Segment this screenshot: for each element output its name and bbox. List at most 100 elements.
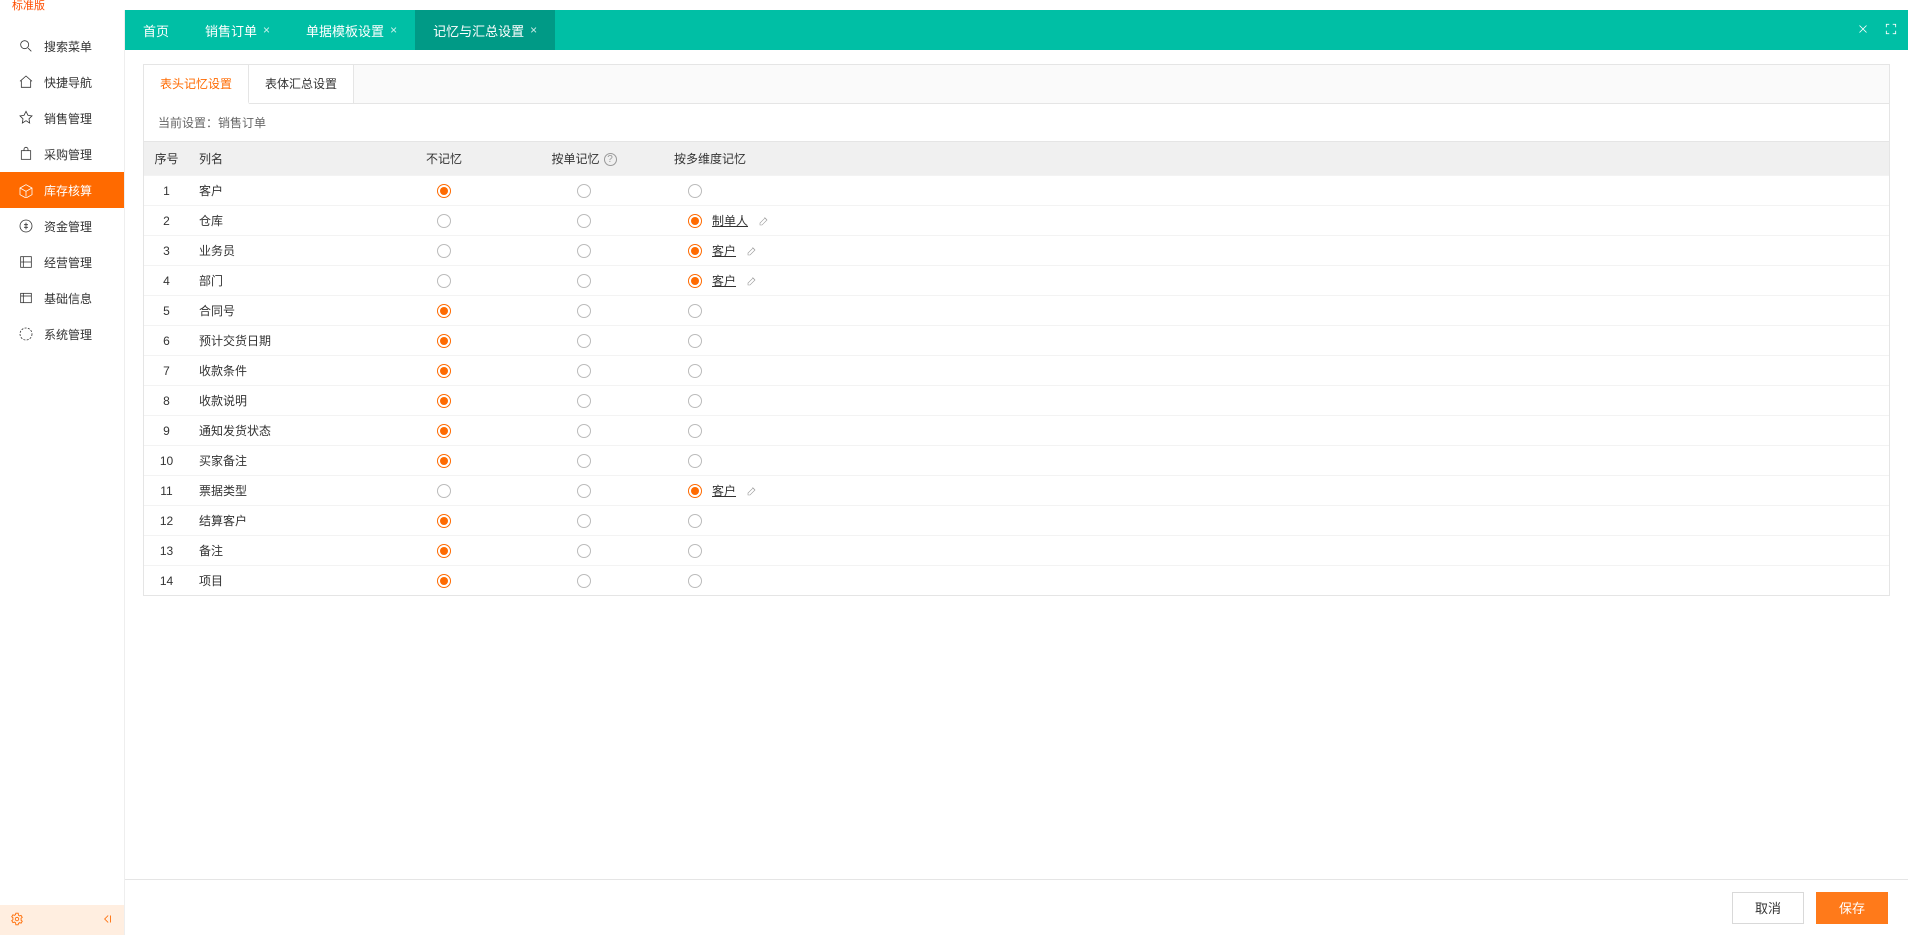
inventory-icon: [18, 182, 34, 198]
col-no-memory: 不记忆: [384, 142, 504, 176]
radio-multi[interactable]: [688, 574, 702, 588]
radio-multi[interactable]: [688, 484, 702, 498]
radio-multi[interactable]: [688, 544, 702, 558]
multi-link[interactable]: 制单人: [712, 212, 748, 229]
radio-by-bill[interactable]: [577, 304, 591, 318]
radio-by-bill[interactable]: [577, 544, 591, 558]
panel-tab-1[interactable]: 表体汇总设置: [249, 65, 354, 103]
table-row: 1客户: [144, 176, 1889, 206]
radio-by-bill[interactable]: [577, 574, 591, 588]
tab-label: 单据模板设置: [306, 21, 384, 40]
radio-multi[interactable]: [688, 454, 702, 468]
save-button[interactable]: 保存: [1816, 892, 1888, 924]
purchase-icon: [18, 146, 34, 162]
fullscreen-icon[interactable]: [1884, 22, 1898, 39]
cell-name: 买家备注: [189, 446, 384, 476]
sidebar-item-label: 搜索菜单: [44, 38, 92, 55]
tab-label: 销售订单: [205, 21, 257, 40]
close-icon[interactable]: ×: [263, 23, 270, 37]
gear-icon[interactable]: [10, 912, 24, 929]
collapse-icon[interactable]: [100, 912, 114, 929]
radio-no-memory[interactable]: [437, 364, 451, 378]
cell-seq: 14: [144, 566, 189, 596]
radio-by-bill[interactable]: [577, 244, 591, 258]
tab-label: 首页: [143, 21, 169, 40]
tab-3[interactable]: 记忆与汇总设置 ×: [415, 10, 555, 50]
radio-no-memory[interactable]: [437, 454, 451, 468]
sidebar-item-purchase[interactable]: 采购管理: [0, 136, 124, 172]
radio-by-bill[interactable]: [577, 274, 591, 288]
radio-multi[interactable]: [688, 244, 702, 258]
close-all-icon[interactable]: [1856, 22, 1870, 39]
edit-icon[interactable]: [746, 485, 758, 497]
radio-no-memory[interactable]: [437, 544, 451, 558]
radio-multi[interactable]: [688, 424, 702, 438]
radio-multi[interactable]: [688, 334, 702, 348]
radio-no-memory[interactable]: [437, 514, 451, 528]
radio-multi[interactable]: [688, 184, 702, 198]
radio-no-memory[interactable]: [437, 574, 451, 588]
radio-multi[interactable]: [688, 274, 702, 288]
radio-no-memory[interactable]: [437, 424, 451, 438]
current-setting: 当前设置：销售订单: [144, 104, 1889, 141]
sidebar-item-label: 系统管理: [44, 326, 92, 343]
radio-by-bill[interactable]: [577, 334, 591, 348]
multi-link[interactable]: 客户: [712, 272, 736, 289]
radio-by-bill[interactable]: [577, 424, 591, 438]
radio-by-bill[interactable]: [577, 484, 591, 498]
table-row: 9通知发货状态: [144, 416, 1889, 446]
radio-no-memory[interactable]: [437, 274, 451, 288]
manage-icon: [18, 254, 34, 270]
radio-multi[interactable]: [688, 394, 702, 408]
cell-seq: 12: [144, 506, 189, 536]
radio-by-bill[interactable]: [577, 184, 591, 198]
multi-link[interactable]: 客户: [712, 242, 736, 259]
close-icon[interactable]: ×: [530, 23, 537, 37]
multi-link[interactable]: 客户: [712, 482, 736, 499]
cell-seq: 1: [144, 176, 189, 206]
radio-by-bill[interactable]: [577, 394, 591, 408]
col-by-multi: 按多维度记忆: [664, 142, 1889, 176]
radio-by-bill[interactable]: [577, 214, 591, 228]
radio-multi[interactable]: [688, 364, 702, 378]
edit-icon[interactable]: [746, 275, 758, 287]
radio-multi[interactable]: [688, 304, 702, 318]
radio-multi[interactable]: [688, 214, 702, 228]
radio-by-bill[interactable]: [577, 454, 591, 468]
help-icon[interactable]: ?: [604, 153, 617, 166]
sidebar-item-sale[interactable]: 销售管理: [0, 100, 124, 136]
radio-no-memory[interactable]: [437, 334, 451, 348]
radio-no-memory[interactable]: [437, 244, 451, 258]
sidebar-item-inventory[interactable]: 库存核算: [0, 172, 124, 208]
radio-multi[interactable]: [688, 514, 702, 528]
panel-tab-0[interactable]: 表头记忆设置: [144, 65, 249, 104]
sidebar-item-search[interactable]: 搜索菜单: [0, 28, 124, 64]
sidebar-bottom: [0, 905, 124, 935]
close-icon[interactable]: ×: [390, 23, 397, 37]
col-name: 列名: [189, 142, 384, 176]
sale-icon: [18, 110, 34, 126]
tab-2[interactable]: 单据模板设置 ×: [288, 10, 415, 50]
cell-name: 合同号: [189, 296, 384, 326]
radio-no-memory[interactable]: [437, 214, 451, 228]
tab-0[interactable]: 首页: [125, 10, 187, 50]
edit-icon[interactable]: [758, 215, 770, 227]
edit-icon[interactable]: [746, 245, 758, 257]
radio-by-bill[interactable]: [577, 514, 591, 528]
cell-seq: 4: [144, 266, 189, 296]
radio-no-memory[interactable]: [437, 184, 451, 198]
cell-seq: 7: [144, 356, 189, 386]
sidebar-item-manage[interactable]: 经营管理: [0, 244, 124, 280]
radio-by-bill[interactable]: [577, 364, 591, 378]
sidebar-item-home[interactable]: 快捷导航: [0, 64, 124, 100]
tab-label: 记忆与汇总设置: [433, 21, 524, 40]
radio-no-memory[interactable]: [437, 304, 451, 318]
sidebar-item-fund[interactable]: 资金管理: [0, 208, 124, 244]
radio-no-memory[interactable]: [437, 484, 451, 498]
radio-no-memory[interactable]: [437, 394, 451, 408]
sidebar-item-basic[interactable]: 基础信息: [0, 280, 124, 316]
sidebar-item-system[interactable]: 系统管理: [0, 316, 124, 352]
tab-1[interactable]: 销售订单 ×: [187, 10, 288, 50]
home-icon: [18, 74, 34, 90]
cancel-button[interactable]: 取消: [1732, 892, 1804, 924]
